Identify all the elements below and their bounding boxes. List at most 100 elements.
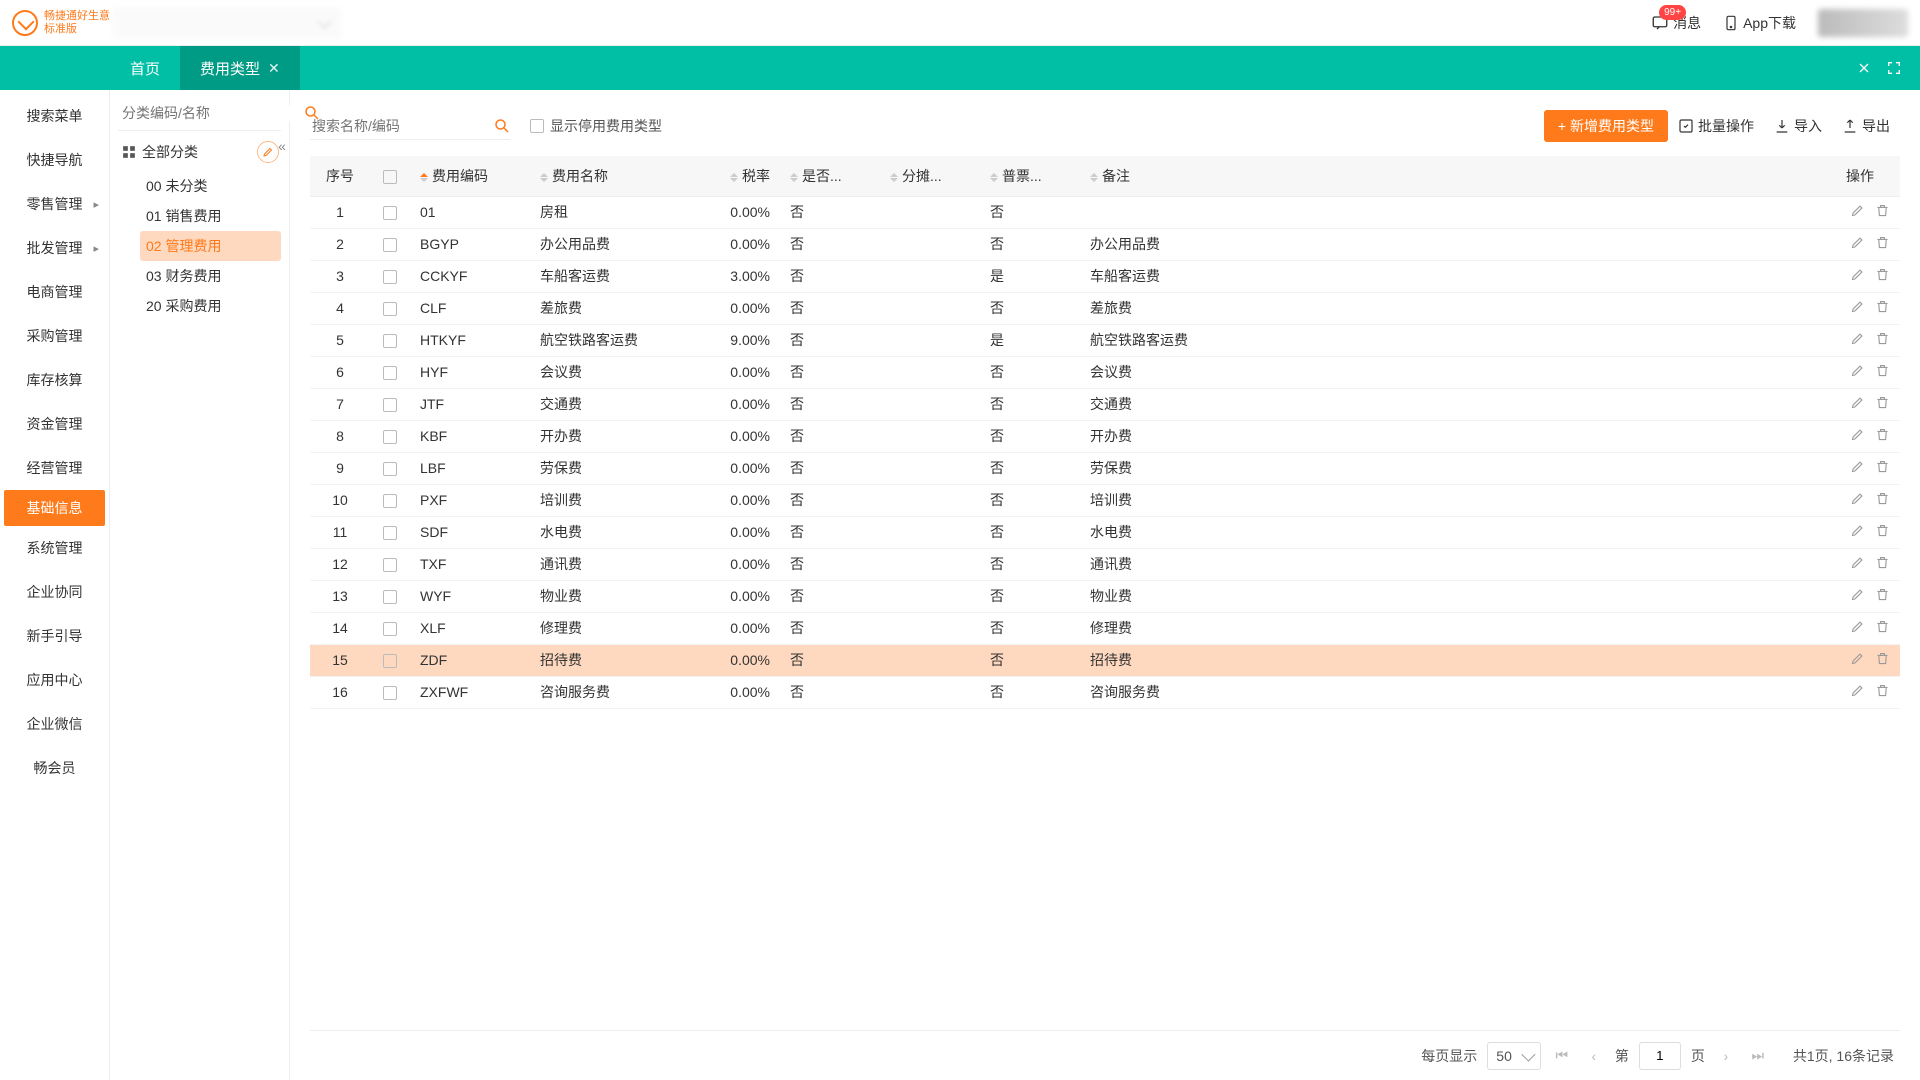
- search-icon[interactable]: [303, 104, 321, 122]
- delete-icon[interactable]: [1875, 427, 1890, 442]
- edit-icon[interactable]: [1850, 299, 1865, 314]
- edit-icon[interactable]: [1850, 683, 1865, 698]
- cell-checkbox[interactable]: [370, 644, 410, 676]
- category-item-2[interactable]: 02 管理费用: [140, 231, 281, 261]
- col-name[interactable]: 费用名称: [530, 156, 690, 196]
- prev-page-icon[interactable]: ‹: [1583, 1045, 1605, 1067]
- table-row[interactable]: 13WYF物业费0.00%否否物业费: [310, 580, 1900, 612]
- per-page-select[interactable]: 50: [1487, 1042, 1541, 1070]
- messages-link[interactable]: 99+ 消息: [1651, 13, 1701, 33]
- cell-checkbox[interactable]: [370, 516, 410, 548]
- delete-icon[interactable]: [1875, 651, 1890, 666]
- fullscreen-icon[interactable]: [1884, 58, 1904, 78]
- edit-icon[interactable]: [1850, 363, 1865, 378]
- delete-icon[interactable]: [1875, 523, 1890, 538]
- collapse-panel-icon[interactable]: «: [273, 134, 291, 158]
- edit-icon[interactable]: [1850, 427, 1865, 442]
- cell-checkbox[interactable]: [370, 196, 410, 228]
- col-invoice[interactable]: 普票...: [980, 156, 1080, 196]
- delete-icon[interactable]: [1875, 555, 1890, 570]
- table-row[interactable]: 101房租0.00%否否: [310, 196, 1900, 228]
- delete-icon[interactable]: [1875, 619, 1890, 634]
- edit-icon[interactable]: [1850, 203, 1865, 218]
- delete-icon[interactable]: [1875, 363, 1890, 378]
- edit-icon[interactable]: [1850, 267, 1865, 282]
- col-remark[interactable]: 备注: [1080, 156, 1820, 196]
- app-download-link[interactable]: App下载: [1723, 13, 1796, 33]
- category-item-1[interactable]: 01 销售费用: [140, 201, 281, 231]
- delete-icon[interactable]: [1875, 203, 1890, 218]
- sidebar-item-5[interactable]: 采购管理: [0, 314, 109, 358]
- show-disabled-checkbox[interactable]: 显示停用费用类型: [530, 116, 662, 136]
- delete-icon[interactable]: [1875, 459, 1890, 474]
- edit-icon[interactable]: [1850, 459, 1865, 474]
- sidebar-item-15[interactable]: 畅会员: [0, 746, 109, 790]
- edit-icon[interactable]: [1850, 587, 1865, 602]
- category-all[interactable]: 全部分类: [118, 131, 281, 171]
- cell-checkbox[interactable]: [370, 260, 410, 292]
- sidebar-item-2[interactable]: 零售管理▸: [0, 182, 109, 226]
- table-row[interactable]: 10PXF培训费0.00%否否培训费: [310, 484, 1900, 516]
- sidebar-item-9[interactable]: 基础信息: [4, 490, 105, 526]
- edit-icon[interactable]: [1850, 395, 1865, 410]
- sidebar-item-14[interactable]: 企业微信: [0, 702, 109, 746]
- table-row[interactable]: 14XLF修理费0.00%否否修理费: [310, 612, 1900, 644]
- table-row[interactable]: 2BGYP办公用品费0.00%否否办公用品费: [310, 228, 1900, 260]
- sidebar-item-11[interactable]: 企业协同: [0, 570, 109, 614]
- cell-checkbox[interactable]: [370, 388, 410, 420]
- edit-icon[interactable]: [1850, 555, 1865, 570]
- delete-icon[interactable]: [1875, 235, 1890, 250]
- delete-icon[interactable]: [1875, 683, 1890, 698]
- add-fee-type-button[interactable]: + 新增费用类型: [1544, 110, 1668, 142]
- sidebar-item-12[interactable]: 新手引导: [0, 614, 109, 658]
- batch-action-button[interactable]: 批量操作: [1668, 110, 1764, 142]
- col-check-all[interactable]: [370, 156, 410, 196]
- page-input[interactable]: [1639, 1042, 1681, 1070]
- table-row[interactable]: 3CCKYF车船客运费3.00%否是车船客运费: [310, 260, 1900, 292]
- table-row[interactable]: 11SDF水电费0.00%否否水电费: [310, 516, 1900, 548]
- tab-close-all-icon[interactable]: [1854, 58, 1874, 78]
- search-icon[interactable]: [493, 117, 511, 135]
- col-code[interactable]: 费用编码: [410, 156, 530, 196]
- delete-icon[interactable]: [1875, 299, 1890, 314]
- sidebar-item-7[interactable]: 资金管理: [0, 402, 109, 446]
- delete-icon[interactable]: [1875, 395, 1890, 410]
- col-rate[interactable]: 税率: [690, 156, 780, 196]
- sidebar-item-6[interactable]: 库存核算: [0, 358, 109, 402]
- last-page-icon[interactable]: ⏭: [1747, 1045, 1769, 1067]
- cell-checkbox[interactable]: [370, 548, 410, 580]
- cell-checkbox[interactable]: [370, 292, 410, 324]
- col-deductible[interactable]: 是否...: [780, 156, 880, 196]
- cell-checkbox[interactable]: [370, 420, 410, 452]
- delete-icon[interactable]: [1875, 331, 1890, 346]
- table-row[interactable]: 5HTKYF航空铁路客运费9.00%否是航空铁路客运费: [310, 324, 1900, 356]
- cell-checkbox[interactable]: [370, 484, 410, 516]
- cell-checkbox[interactable]: [370, 676, 410, 708]
- table-row[interactable]: 6HYF会议费0.00%否否会议费: [310, 356, 1900, 388]
- table-row[interactable]: 12TXF通讯费0.00%否否通讯费: [310, 548, 1900, 580]
- business-selector[interactable]: [112, 7, 342, 39]
- import-button[interactable]: 导入: [1764, 110, 1832, 142]
- cell-checkbox[interactable]: [370, 612, 410, 644]
- category-item-4[interactable]: 20 采购费用: [140, 291, 281, 321]
- first-page-icon[interactable]: ⏮: [1551, 1045, 1573, 1067]
- table-search-input[interactable]: [312, 118, 493, 134]
- sidebar-item-0[interactable]: 搜索菜单: [0, 94, 109, 138]
- table-row[interactable]: 16ZXFWF咨询服务费0.00%否否咨询服务费: [310, 676, 1900, 708]
- edit-icon[interactable]: [1850, 235, 1865, 250]
- tab-fee-type[interactable]: 费用类型 ✕: [180, 46, 300, 90]
- sidebar-item-10[interactable]: 系统管理: [0, 526, 109, 570]
- edit-icon[interactable]: [1850, 491, 1865, 506]
- tab-home[interactable]: 首页: [110, 46, 180, 90]
- close-icon[interactable]: ✕: [268, 60, 280, 77]
- cell-checkbox[interactable]: [370, 324, 410, 356]
- delete-icon[interactable]: [1875, 491, 1890, 506]
- delete-icon[interactable]: [1875, 587, 1890, 602]
- export-button[interactable]: 导出: [1832, 110, 1900, 142]
- table-row[interactable]: 7JTF交通费0.00%否否交通费: [310, 388, 1900, 420]
- sidebar-item-4[interactable]: 电商管理: [0, 270, 109, 314]
- edit-icon[interactable]: [1850, 651, 1865, 666]
- edit-icon[interactable]: [1850, 523, 1865, 538]
- table-row[interactable]: 8KBF开办费0.00%否否开办费: [310, 420, 1900, 452]
- cell-checkbox[interactable]: [370, 452, 410, 484]
